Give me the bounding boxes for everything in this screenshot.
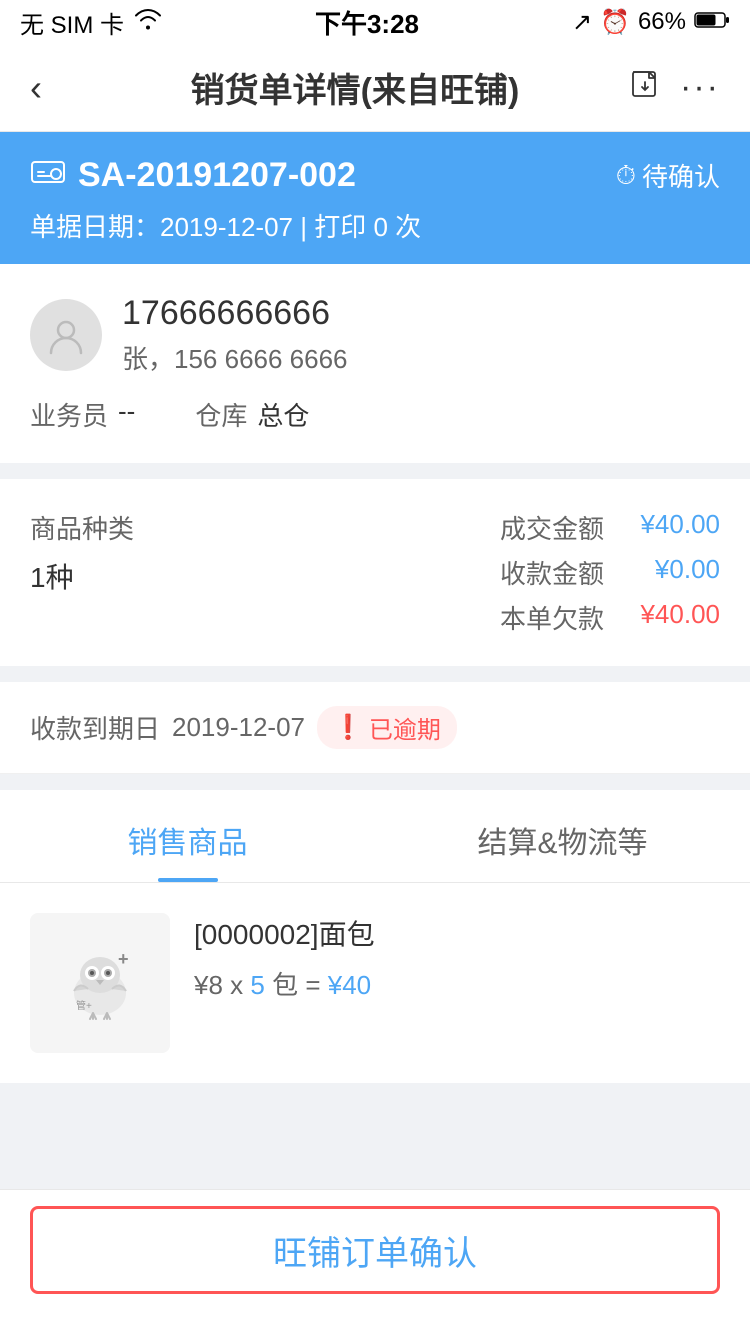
received-label: 收款金额: [500, 554, 604, 591]
battery-icon: [694, 8, 730, 36]
order-status: ⏱ 待确认: [616, 157, 720, 194]
clock-icon: ⏱: [616, 160, 636, 192]
due-amount-value: ¥40.00: [620, 599, 720, 636]
tabs-container: 销售商品 结算&物流等: [0, 790, 750, 1083]
product-name: [0000002]面包: [194, 913, 720, 953]
received-row: 收款金额 ¥0.00: [500, 554, 720, 591]
order-id: SA-20191207-002: [30, 156, 356, 195]
more-icon[interactable]: ···: [680, 68, 720, 107]
summary-section: 商品种类 1种 成交金额 ¥40.00 收款金额 ¥0.00 本单欠款 ¥40.…: [0, 479, 750, 666]
nav-bar: ‹ 销货单详情(来自旺铺) ···: [0, 44, 750, 132]
warehouse-item: 仓库 总仓: [195, 396, 309, 433]
overdue-icon: ❗: [333, 713, 363, 742]
location-icon: ↗: [572, 8, 592, 37]
product-price: ¥8 x 5 包 = ¥40: [194, 965, 720, 1002]
avatar: [30, 299, 102, 371]
product-type-value: 1种: [30, 556, 134, 596]
tab-sales-products[interactable]: 销售商品: [0, 790, 375, 882]
product-type-label: 商品种类: [30, 509, 134, 546]
back-button[interactable]: ‹: [30, 67, 90, 109]
tabs-row: 销售商品 结算&物流等: [0, 790, 750, 883]
product-item: + 管+ [0000002]面包 ¥8 x 5 包 = ¥40: [0, 883, 750, 1083]
received-value: ¥0.00: [620, 554, 720, 591]
alarm-icon: ⏰: [600, 8, 630, 37]
customer-info: 17666666666 张，156 6666 6666: [122, 294, 348, 376]
salesperson-label: 业务员: [30, 396, 108, 433]
status-bar: 无 SIM 卡 下午3:28 ↗ ⏰ 66%: [0, 0, 750, 44]
battery-text: 66%: [638, 8, 686, 36]
customer-phone: 17666666666: [122, 294, 348, 333]
overdue-badge: ❗ 已逾期: [317, 706, 457, 749]
due-amount-row: 本单欠款 ¥40.00: [500, 599, 720, 636]
order-id-row: SA-20191207-002 ⏱ 待确认: [30, 156, 720, 195]
warehouse-value: 总仓: [257, 396, 309, 433]
page-title: 销货单详情(来自旺铺): [90, 63, 620, 112]
product-image: + 管+: [30, 913, 170, 1053]
customer-row: 17666666666 张，156 6666 6666: [30, 294, 720, 376]
svg-text:管+: 管+: [76, 999, 92, 1012]
customer-name: 张，156 6666 6666: [122, 339, 348, 376]
due-date-section: 收款到期日 2019-12-07 ❗ 已逾期: [0, 682, 750, 774]
amount-value: ¥40.00: [620, 509, 720, 546]
tab-settlement[interactable]: 结算&物流等: [375, 790, 750, 882]
nav-actions: ···: [620, 68, 720, 107]
header-date: 单据日期：2019-12-07 | 打印 0 次: [30, 207, 720, 244]
export-icon[interactable]: [630, 69, 660, 107]
svg-text:+: +: [118, 949, 129, 969]
order-icon: [30, 156, 66, 195]
customer-meta: 业务员 -- 仓库 总仓: [30, 396, 720, 433]
warehouse-label: 仓库: [195, 396, 247, 433]
due-amount-label: 本单欠款: [500, 599, 604, 636]
salesperson-item: 业务员 --: [30, 396, 135, 433]
bottom-action: 旺铺订单确认: [0, 1189, 750, 1334]
wifi-icon: [134, 8, 162, 37]
overdue-text: 已逾期: [369, 710, 441, 745]
status-right: ↗ ⏰ 66%: [572, 8, 730, 37]
confirm-button[interactable]: 旺铺订单确认: [30, 1206, 720, 1294]
salesperson-value: --: [118, 396, 135, 433]
product-type: 商品种类 1种: [30, 509, 134, 636]
amount-label: 成交金额: [500, 509, 604, 546]
status-time: 下午3:28: [315, 4, 419, 41]
due-date-label: 收款到期日: [30, 709, 160, 746]
amount-row: 成交金额 ¥40.00: [500, 509, 720, 546]
status-left: 无 SIM 卡: [20, 5, 162, 40]
due-date-value: 2019-12-07: [172, 712, 305, 743]
customer-section: 17666666666 张，156 6666 6666 业务员 -- 仓库 总仓: [0, 264, 750, 463]
header-banner: SA-20191207-002 ⏱ 待确认 单据日期：2019-12-07 | …: [0, 132, 750, 264]
bottom-spacer: [0, 1083, 750, 1203]
product-info: [0000002]面包 ¥8 x 5 包 = ¥40: [194, 913, 720, 1053]
amounts: 成交金额 ¥40.00 收款金额 ¥0.00 本单欠款 ¥40.00: [500, 509, 720, 636]
carrier-text: 无 SIM 卡: [20, 5, 124, 40]
